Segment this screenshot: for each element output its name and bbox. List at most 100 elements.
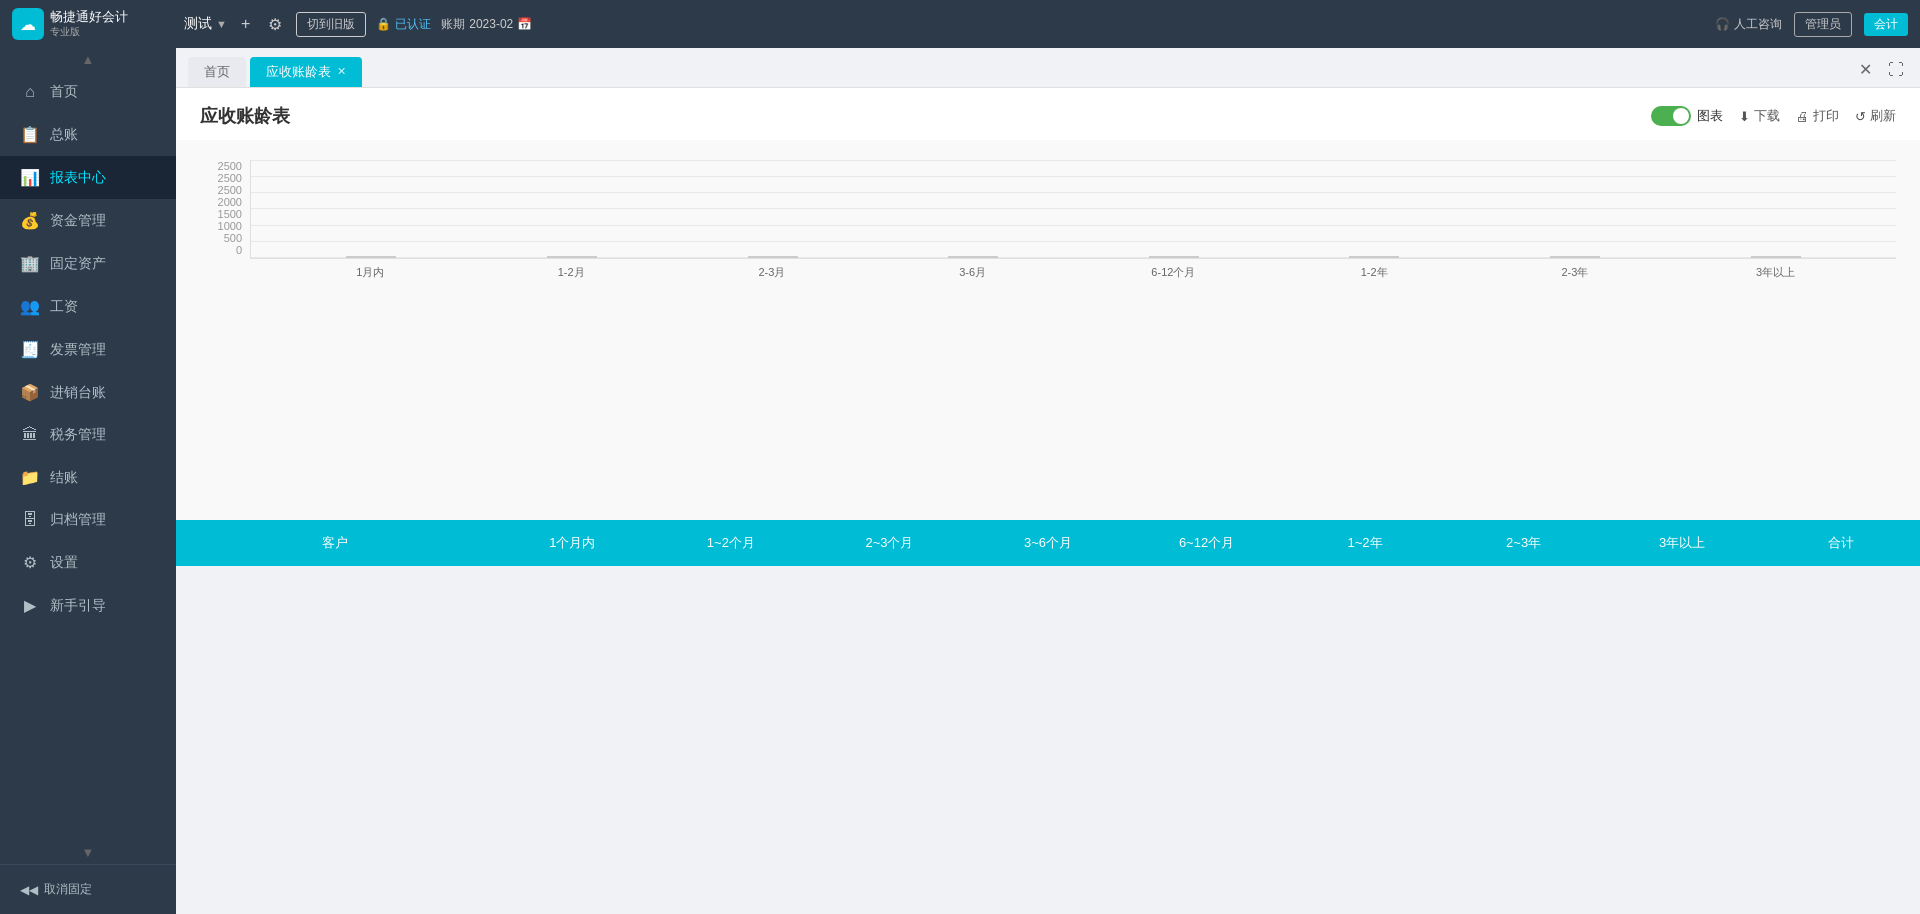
tab-ar-aging-label: 应收账龄表	[266, 63, 331, 81]
sidebar-item-label: 总账	[50, 126, 78, 144]
tab-home[interactable]: 首页	[188, 57, 246, 87]
topbar-main: 测试 ▼ + ⚙ 切到旧版 🔒 已认证 账期 2023-02 📅	[184, 11, 1703, 38]
cert-status: 🔒 已认证	[376, 16, 431, 33]
scroll-down-arrow[interactable]: ▼	[0, 841, 176, 864]
sidebar-item-ledger[interactable]: 📋 总账	[0, 113, 176, 156]
tab-expand-icon[interactable]: ⛶	[1884, 57, 1908, 83]
headset-icon: 🎧	[1715, 17, 1730, 31]
th-1-2m: 1~2个月	[652, 520, 811, 566]
y-label-2500a: 2500	[218, 160, 242, 172]
tab-home-label: 首页	[204, 63, 230, 81]
settings-icon[interactable]: ⚙	[264, 11, 286, 38]
sidebar-item-funds[interactable]: 💰 资金管理	[0, 199, 176, 242]
bar-col-6-12m	[1074, 256, 1275, 258]
th-3yplus: 3年以上	[1603, 520, 1762, 566]
download-button[interactable]: ⬇ 下载	[1739, 107, 1780, 125]
unpin-sidebar-button[interactable]: ◀◀ 取消固定	[0, 873, 176, 906]
scroll-up-arrow[interactable]: ▲	[0, 48, 176, 71]
logo-text-wrap: 畅捷通好会计 专业版	[50, 9, 128, 40]
y-label-500: 500	[224, 232, 242, 244]
toggle-knob	[1673, 108, 1689, 124]
y-label-1500: 1500	[218, 208, 242, 220]
sidebar-item-label: 进销台账	[50, 384, 106, 402]
y-label-0: 0	[236, 244, 242, 256]
content-scroll[interactable]: 应收账龄表 图表 ⬇ 下载 🖨	[176, 88, 1920, 914]
sidebar-item-trading[interactable]: 📦 进销台账	[0, 371, 176, 414]
switch-version-button[interactable]: 切到旧版	[296, 12, 366, 37]
company-name: 测试	[184, 15, 212, 33]
refresh-icon: ↺	[1855, 109, 1866, 124]
topbar: ☁ 畅捷通好会计 专业版 测试 ▼ + ⚙ 切到旧版 🔒 已认证 账期 2023…	[0, 0, 1920, 48]
sidebar-item-label: 报表中心	[50, 169, 106, 187]
home-icon: ⌂	[20, 83, 40, 101]
sidebar-item-close-period[interactable]: 📁 结账	[0, 456, 176, 499]
tabbar-right: ✕ ⛶	[1855, 56, 1908, 87]
close-period-icon: 📁	[20, 468, 40, 487]
sidebar-item-settings[interactable]: ⚙ 设置	[0, 541, 176, 584]
role-button[interactable]: 会计	[1864, 13, 1908, 36]
logo-icon: ☁	[12, 8, 44, 40]
x-labels: 1月内 1-2月 2-3月 3-6月 6-12个月 1-2年 2-3年 3年以上	[250, 259, 1896, 280]
chart-inner: 2500 2500 2500 2000 1500 1000 500 0	[200, 160, 1896, 280]
print-button[interactable]: 🖨 打印	[1796, 107, 1839, 125]
consult-button[interactable]: 🎧 人工咨询	[1715, 16, 1782, 33]
company-selector[interactable]: 测试 ▼	[184, 15, 227, 33]
trading-icon: 📦	[20, 383, 40, 402]
assets-icon: 🏢	[20, 254, 40, 273]
tabbar: 首页 应收账龄表 ✕ ✕ ⛶	[176, 48, 1920, 88]
company-dropdown-icon: ▼	[216, 18, 227, 30]
logo-badge: 专业版	[50, 25, 128, 39]
bar-col-1-2y	[1274, 256, 1475, 258]
table-header: 客户 1个月内 1~2个月 2~3个月 3~6个月 6~12个月 1~2年 2~…	[176, 520, 1920, 566]
tax-icon: 🏛	[20, 426, 40, 444]
user-button[interactable]: 管理员	[1794, 12, 1852, 37]
chart-body: 1月内 1-2月 2-3月 3-6月 6-12个月 1-2年 2-3年 3年以上	[250, 160, 1896, 280]
reports-icon: 📊	[20, 168, 40, 187]
bar-3-6m	[948, 256, 998, 258]
bars-area	[250, 160, 1896, 259]
refresh-button[interactable]: ↺ 刷新	[1855, 107, 1896, 125]
table-section: 客户 1个月内 1~2个月 2~3个月 3~6个月 6~12个月 1~2年 2~…	[176, 520, 1920, 566]
bar-2-3y	[1550, 256, 1600, 258]
chart-toggle-wrap: 图表	[1651, 106, 1723, 126]
bars-group	[271, 160, 1876, 258]
y-axis: 2500 2500 2500 2000 1500 1000 500 0	[200, 160, 250, 280]
bar-col-3yplus	[1675, 256, 1876, 258]
sidebar-item-payroll[interactable]: 👥 工资	[0, 285, 176, 328]
sidebar-nav: ⌂ 首页 📋 总账 📊 报表中心 💰 资金管理 🏢 固定资产 👥 工资	[0, 71, 176, 841]
sidebar-bottom: ◀◀ 取消固定	[0, 864, 176, 914]
sidebar-item-label: 设置	[50, 554, 78, 572]
th-1m: 1个月内	[493, 520, 652, 566]
sidebar-item-label: 固定资产	[50, 255, 106, 273]
sidebar-item-label: 税务管理	[50, 426, 106, 444]
accounting-period: 账期 2023-02 📅	[441, 16, 532, 33]
sidebar-item-reports[interactable]: 📊 报表中心	[0, 156, 176, 199]
guide-icon: ▶	[20, 596, 40, 615]
add-button[interactable]: +	[237, 11, 254, 37]
sidebar-item-label: 首页	[50, 83, 78, 101]
calendar-icon[interactable]: 📅	[517, 17, 532, 31]
th-6-12m: 6~12个月	[1127, 520, 1286, 566]
x-label-3yplus: 3年以上	[1675, 265, 1876, 280]
x-label-6-12m: 6-12个月	[1073, 265, 1274, 280]
tab-ar-aging[interactable]: 应收账龄表 ✕	[250, 57, 362, 87]
sidebar-item-tax[interactable]: 🏛 税务管理	[0, 414, 176, 456]
tab-close-icon[interactable]: ✕	[1855, 56, 1876, 83]
bar-2-3m	[748, 256, 798, 258]
bar-col-1m	[271, 256, 472, 258]
sidebar-item-home[interactable]: ⌂ 首页	[0, 71, 176, 113]
x-label-3-6m: 3-6月	[872, 265, 1073, 280]
th-customer: 客户	[176, 520, 493, 566]
unpin-icon: ◀◀	[20, 883, 38, 897]
chart-toggle[interactable]	[1651, 106, 1691, 126]
sidebar-item-guide[interactable]: ▶ 新手引导	[0, 584, 176, 627]
tab-ar-aging-close[interactable]: ✕	[337, 65, 346, 78]
content-area: 应收账龄表 图表 ⬇ 下载 🖨	[176, 88, 1920, 566]
logo-app-name: 畅捷通好会计	[50, 9, 128, 26]
sidebar-item-invoice[interactable]: 🧾 发票管理	[0, 328, 176, 371]
print-label: 打印	[1813, 107, 1839, 125]
sidebar-item-assets[interactable]: 🏢 固定资产	[0, 242, 176, 285]
x-label-1-2m: 1-2月	[471, 265, 672, 280]
y-label-1000: 1000	[218, 220, 242, 232]
sidebar-item-archive[interactable]: 🗄 归档管理	[0, 499, 176, 541]
